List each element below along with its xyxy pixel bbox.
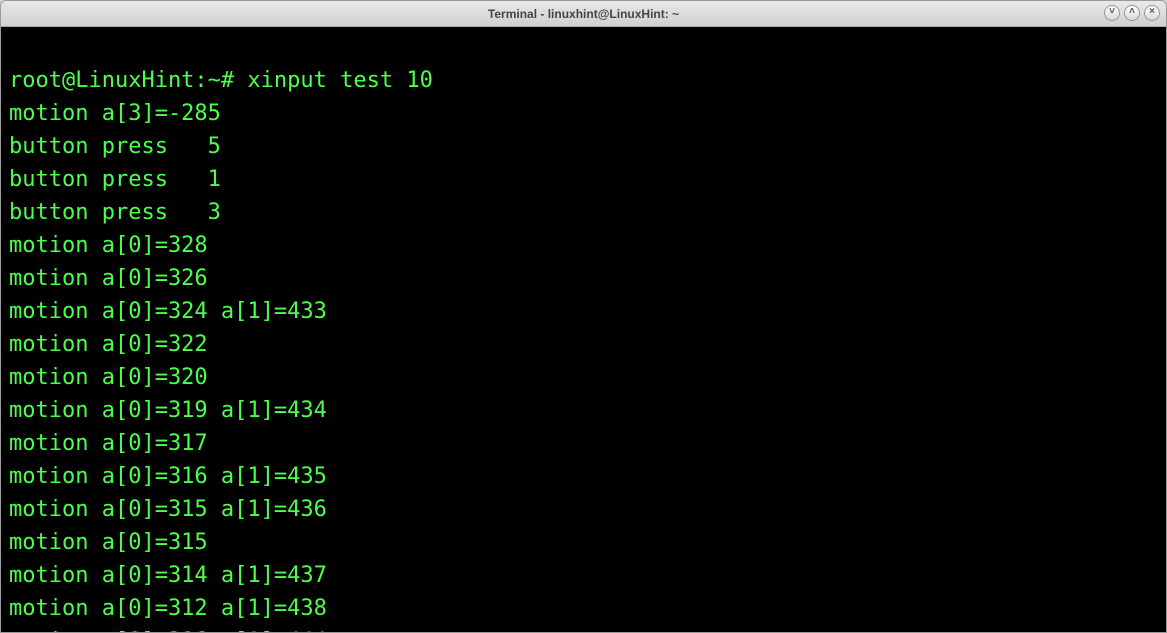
output-line: motion a[0]=324 a[1]=433 [9,299,327,324]
terminal-window: Terminal - linuxhint@LinuxHint: ~ ˅ ˄ × … [0,0,1167,633]
output-line: motion a[0]=328 [9,233,208,258]
output-line: motion a[0]=315 [9,530,208,555]
minimize-icon: ˅ [1109,7,1115,17]
output-line: button press 1 [9,167,221,192]
output-line: motion a[0]=326 [9,266,208,291]
command: xinput test 10 [247,68,432,93]
prompt-line: root@LinuxHint:~# xinput test 10 [9,68,433,93]
titlebar[interactable]: Terminal - linuxhint@LinuxHint: ~ ˅ ˄ × [1,1,1166,27]
output-line: motion a[0]=322 [9,332,208,357]
output-line: motion a[0]=319 a[1]=434 [9,398,327,423]
minimize-button[interactable]: ˅ [1104,5,1120,21]
output-line: motion a[0]=312 a[1]=438 [9,596,327,621]
terminal-output[interactable]: root@LinuxHint:~# xinput test 10 motion … [1,27,1166,632]
output-line: motion a[0]=316 a[1]=435 [9,464,327,489]
output-line: motion a[0]=315 a[1]=436 [9,497,327,522]
maximize-button[interactable]: ˄ [1124,5,1140,21]
prompt: root@LinuxHint:~# [9,68,247,93]
output-line: button press 3 [9,200,221,225]
close-icon: × [1149,7,1155,17]
output-line: motion a[0]=306 a[1]=444 [9,629,327,632]
output-line: motion a[0]=320 [9,365,208,390]
maximize-icon: ˄ [1129,7,1135,17]
output-line: motion a[0]=317 [9,431,208,456]
output-line: button press 5 [9,134,221,159]
window-controls: ˅ ˄ × [1104,5,1160,21]
output-line: motion a[3]=-285 [9,101,221,126]
output-line: motion a[0]=314 a[1]=437 [9,563,327,588]
window-title: Terminal - linuxhint@LinuxHint: ~ [488,7,679,21]
close-button[interactable]: × [1144,5,1160,21]
